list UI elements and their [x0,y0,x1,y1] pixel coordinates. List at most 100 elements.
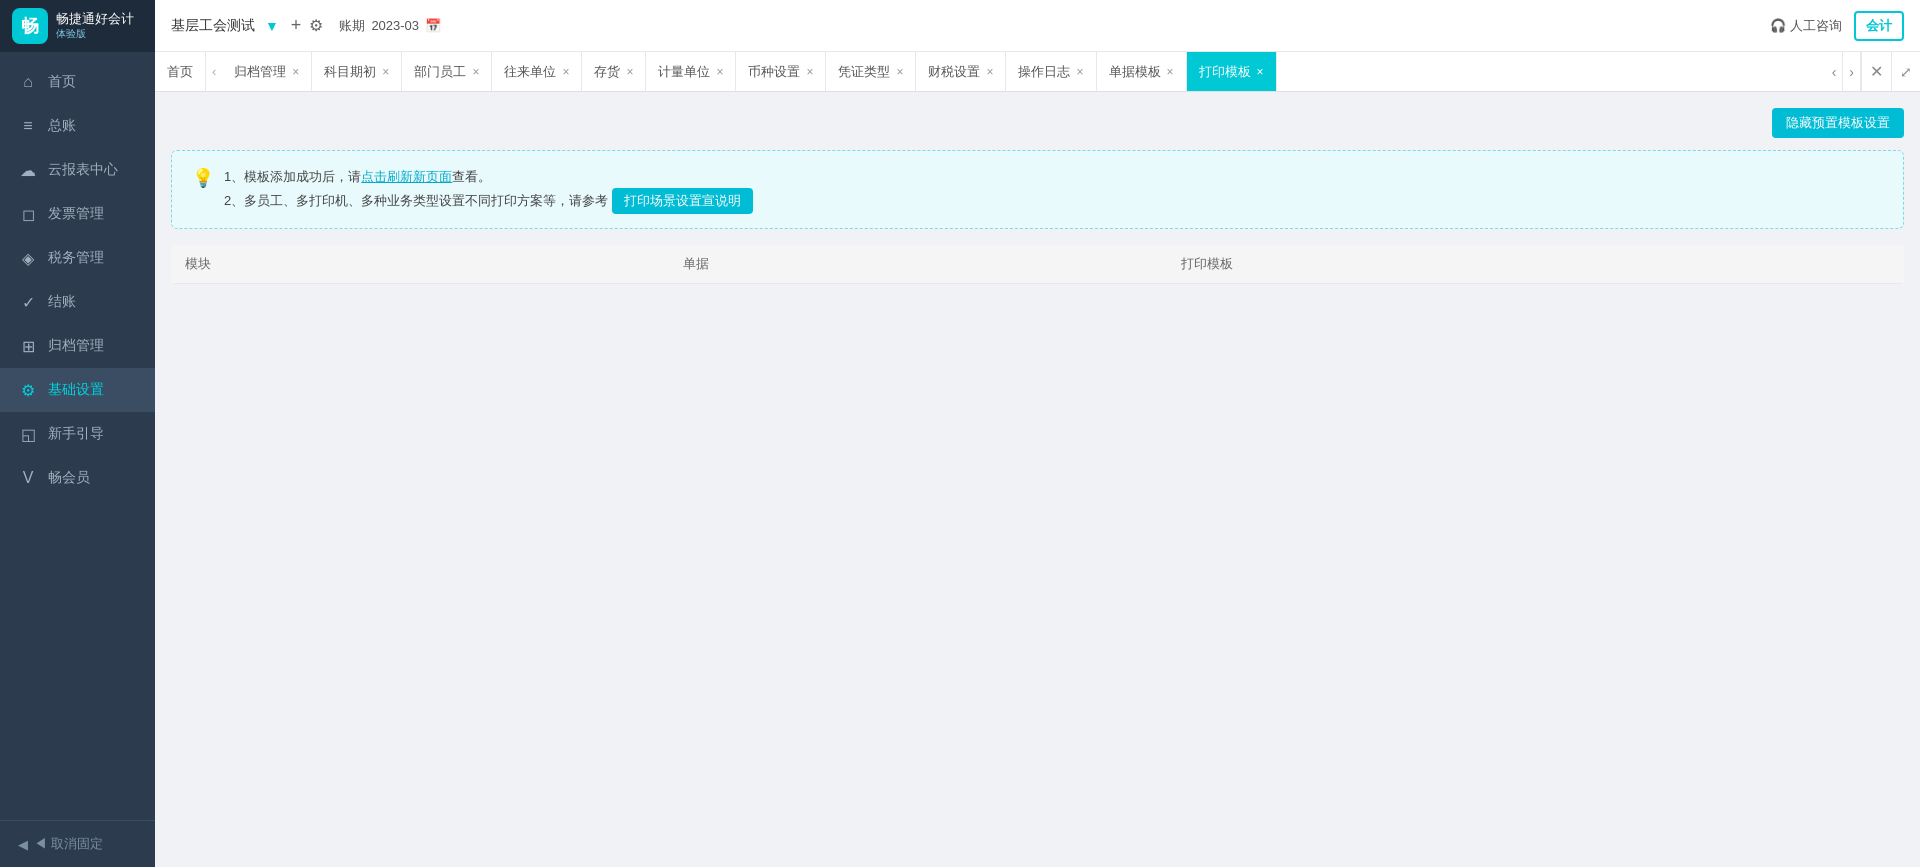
sidebar-nav: ⌂ 首页 ≡ 总账 ☁ 云报表中心 ◻ 发票管理 ◈ 税务管理 ✓ 结账 ⊞ 归… [0,52,155,820]
sidebar-item-invoice-label: 发票管理 [48,205,104,223]
tab-unit[interactable]: 计量单位 × [646,52,736,92]
tab-tax-settings[interactable]: 财税设置 × [916,52,1006,92]
tab-department[interactable]: 部门员工 × [402,52,492,92]
sidebar-item-archive[interactable]: ⊞ 归档管理 [0,324,155,368]
hide-preview-wrapper: 隐藏预置模板设置 [171,108,1904,138]
sidebar-item-checkout[interactable]: ✓ 结账 [0,280,155,324]
sidebar: 畅 畅捷通好会计 体验版 ⌂ 首页 ≡ 总账 ☁ 云报表中心 ◻ 发票管理 ◈ … [0,0,155,867]
sidebar-item-guide-label: 新手引导 [48,425,104,443]
tab-scroll-right[interactable]: › [1843,52,1861,92]
company-dropdown-icon[interactable]: ▼ [265,18,279,34]
sidebar-item-member[interactable]: V 畅会员 [0,456,155,500]
tab-nav-prev[interactable]: ‹ [206,52,222,92]
tab-scroll-left[interactable]: ‹ [1826,52,1844,92]
company-name: 基层工会测试 [171,17,255,35]
col-print-tpl: 打印模板 [1167,245,1904,284]
data-table: 模块 单据 打印模板 [171,245,1904,284]
tab-subject[interactable]: 科目期初 × [312,52,402,92]
period-value: 2023-03 [371,18,419,33]
tab-inventory-close[interactable]: × [626,65,633,79]
topbar-right: 🎧 人工咨询 会计 [1770,11,1904,41]
sidebar-item-archive-label: 归档管理 [48,337,104,355]
sidebar-item-settings[interactable]: ⚙ 基础设置 [0,368,155,412]
archive-icon: ⊞ [18,336,38,356]
tab-voucher-type[interactable]: 凭证类型 × [826,52,916,92]
unpin-icon: ◀ [18,837,28,852]
service-label: 人工咨询 [1790,17,1842,35]
sidebar-item-settings-label: 基础设置 [48,381,104,399]
ledger-icon: ≡ [18,116,38,136]
notice-bulb-icon: 💡 [192,167,214,189]
sidebar-item-reports-label: 云报表中心 [48,161,118,179]
member-icon: V [18,468,38,488]
sidebar-item-home-label: 首页 [48,73,76,91]
tab-print-tpl-close[interactable]: × [1257,65,1264,79]
service-button[interactable]: 🎧 人工咨询 [1770,17,1842,35]
sidebar-item-home[interactable]: ⌂ 首页 [0,60,155,104]
settings-icon: ⚙ [18,380,38,400]
sidebar-item-guide[interactable]: ◱ 新手引导 [0,412,155,456]
tab-unit-close[interactable]: × [716,65,723,79]
tab-print-tpl[interactable]: 打印模板 × [1187,52,1277,92]
reports-icon: ☁ [18,160,38,180]
tab-tax-settings-close[interactable]: × [986,65,993,79]
tab-partner-close[interactable]: × [562,65,569,79]
period-label: 账期 [339,17,365,35]
table-header-row: 模块 单据 打印模板 [171,245,1904,284]
notice-line2: 2、多员工、多打印机、多种业务类型设置不同打印方案等，请参考打印场景设置宣说明 [224,188,753,214]
col-voucher: 单据 [669,245,1167,284]
notice-line2-before: 2、多员工、多打印机、多种业务类型设置不同打印方案等，请参考 [224,193,608,208]
notice-line1-before: 1、模板添加成功后，请 [224,169,361,184]
calendar-icon[interactable]: 📅 [425,18,441,33]
topbar-settings-icon[interactable]: ⚙ [309,16,323,35]
tab-archive-close[interactable]: × [292,65,299,79]
tab-home[interactable]: 首页 [155,52,206,92]
sidebar-item-ledger[interactable]: ≡ 总账 [0,104,155,148]
checkout-icon: ✓ [18,292,38,312]
headset-icon: 🎧 [1770,18,1786,33]
sidebar-item-ledger-label: 总账 [48,117,76,135]
notice-box: 💡 1、模板添加成功后，请点击刷新新页面查看。 2、多员工、多打印机、多种业务类… [171,150,1904,229]
tab-currency[interactable]: 币种设置 × [736,52,826,92]
period-selector[interactable]: 账期 2023-03 📅 [339,17,441,35]
tab-close-all-button[interactable]: ✕ [1861,52,1891,92]
sidebar-item-reports[interactable]: ☁ 云报表中心 [0,148,155,192]
tab-op-log[interactable]: 操作日志 × [1006,52,1096,92]
print-template-table: 模块 单据 打印模板 [171,245,1904,284]
tab-department-close[interactable]: × [472,65,479,79]
tab-voucher-type-close[interactable]: × [896,65,903,79]
tab-subject-close[interactable]: × [382,65,389,79]
tab-currency-close[interactable]: × [806,65,813,79]
tab-archive[interactable]: 归档管理 × [222,52,312,92]
logo-icon: 畅 [12,8,48,44]
tax-icon: ◈ [18,248,38,268]
guide-icon: ◱ [18,424,38,444]
col-module: 模块 [171,245,669,284]
tabbar: 首页 ‹ 归档管理 × 科目期初 × 部门员工 × 往来单位 × 存货 × 计量… [155,52,1920,92]
sidebar-item-tax-label: 税务管理 [48,249,104,267]
tab-voucher-tpl[interactable]: 单据模板 × [1097,52,1187,92]
tab-op-log-close[interactable]: × [1076,65,1083,79]
sidebar-unpin-button[interactable]: ◀ ◀ 取消固定 [0,820,155,867]
kuaiji-button[interactable]: 会计 [1854,11,1904,41]
company-selector[interactable]: 基层工会测试 ▼ [171,17,279,35]
topbar: 基层工会测试 ▼ + ⚙ 账期 2023-03 📅 🎧 人工咨询 会计 [155,0,1920,52]
add-tab-button[interactable]: + [291,15,302,36]
sidebar-item-invoice[interactable]: ◻ 发票管理 [0,192,155,236]
hide-preview-button[interactable]: 隐藏预置模板设置 [1772,108,1904,138]
tab-partner[interactable]: 往来单位 × [492,52,582,92]
logo-name: 畅捷通好会计 [56,11,134,28]
notice-line1: 1、模板添加成功后，请点击刷新新页面查看。 [224,165,753,188]
tab-expand-button[interactable]: ⤢ [1891,52,1920,92]
sidebar-item-tax[interactable]: ◈ 税务管理 [0,236,155,280]
logo-sub: 体验版 [56,27,134,41]
sidebar-item-checkout-label: 结账 [48,293,76,311]
tab-voucher-tpl-close[interactable]: × [1167,65,1174,79]
invoice-icon: ◻ [18,204,38,224]
print-scene-button[interactable]: 打印场景设置宣说明 [612,188,753,214]
tab-inventory[interactable]: 存货 × [582,52,646,92]
sidebar-logo: 畅 畅捷通好会计 体验版 [0,0,155,52]
notice-line1-after: 查看。 [452,169,491,184]
sidebar-item-member-label: 畅会员 [48,469,90,487]
notice-refresh-link[interactable]: 点击刷新新页面 [361,169,452,184]
